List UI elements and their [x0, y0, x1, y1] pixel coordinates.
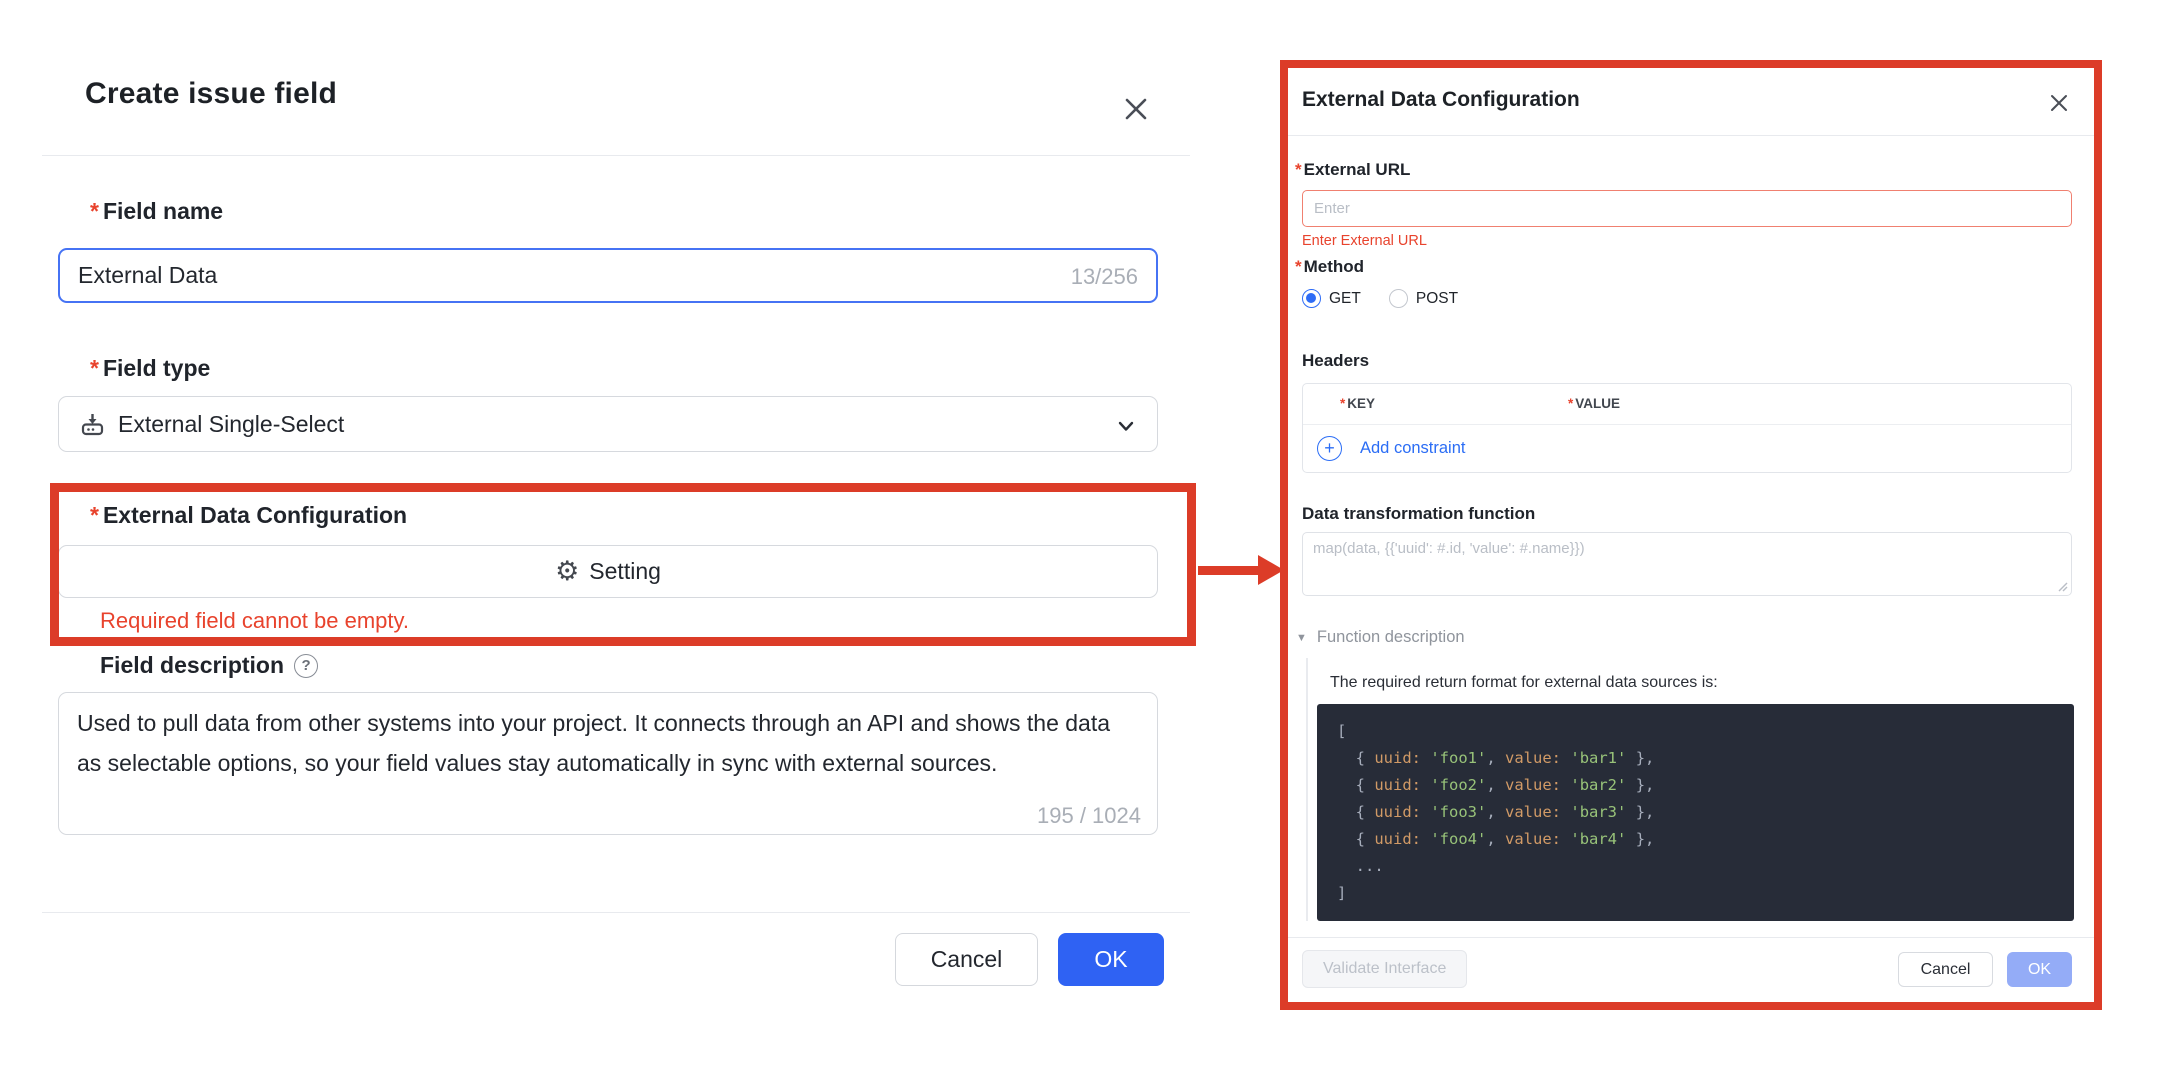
required-error-text: Required field cannot be empty. [100, 608, 409, 633]
char-counter: 195 / 1024 [1031, 803, 1141, 829]
external-url-label: * External URL [1295, 160, 1411, 179]
required-marker: * [1295, 257, 1302, 276]
required-marker: * [1340, 396, 1346, 411]
dialog-title: External Data Configuration [1302, 88, 1580, 111]
function-description-toggle[interactable]: ▼ Function description [1296, 628, 1465, 647]
external-url-input-wrap [1302, 190, 2072, 227]
plus-icon: + [1317, 436, 1342, 461]
close-icon[interactable] [1122, 95, 1150, 123]
column-header-value: * VALUE [1568, 396, 1621, 411]
required-marker: * [90, 502, 99, 528]
validate-interface-button[interactable]: Validate Interface [1302, 950, 1468, 988]
required-marker: * [1295, 160, 1302, 179]
add-constraint-label: Add constraint [1360, 439, 1466, 457]
cancel-button[interactable]: Cancel [895, 933, 1038, 986]
collapse-triangle-icon: ▼ [1296, 631, 1307, 644]
setting-button-content: ⚙ Setting [59, 546, 1157, 597]
setting-button-label: Setting [589, 558, 661, 584]
char-counter: 13/256 [1070, 264, 1138, 289]
method-label: * Method [1295, 257, 1365, 276]
function-description-label: Function description [1316, 628, 1465, 646]
transform-function-label: Data transformation function [1302, 504, 1536, 523]
column-header-key: * KEY [1340, 396, 1376, 411]
radio-selected-icon [1302, 289, 1321, 308]
external-data-config-dialog: External Data Configuration * External UR… [1288, 68, 2094, 1002]
resize-grip-icon[interactable] [2057, 581, 2068, 592]
method-radio-group: GET POST [1302, 289, 1458, 308]
external-data-config-label: * External Data Configuration [90, 502, 408, 528]
annotation-arrow [1198, 566, 1260, 575]
required-marker: * [90, 198, 99, 224]
ok-button[interactable]: OK [1058, 933, 1164, 986]
external-select-icon [79, 411, 106, 438]
footer-divider [42, 912, 1190, 913]
add-constraint-button[interactable]: + Add constraint [1317, 436, 1465, 461]
function-description-body: The required return format for external … [1306, 658, 2078, 921]
footer-divider [1288, 937, 2094, 938]
required-marker: * [1568, 396, 1574, 411]
setting-button[interactable]: ⚙ Setting [58, 545, 1158, 598]
field-name-input[interactable] [78, 250, 978, 301]
field-description-textarea[interactable]: Used to pull data from other systems int… [58, 692, 1158, 835]
radio-label: GET [1329, 289, 1361, 307]
help-icon[interactable]: ? [294, 653, 319, 678]
cancel-button[interactable]: Cancel [1898, 952, 1993, 987]
create-issue-field-dialog: Create issue field *Field name 13/256 *F… [42, 55, 1190, 1005]
headers-table-header-row [1303, 384, 2071, 424]
code-block: [ { uuid: 'foo1', value: 'bar1' }, { uui… [1317, 704, 2074, 921]
chevron-down-icon [1115, 415, 1137, 437]
headers-table: * KEY * VALUE + Add constraint [1302, 383, 2072, 473]
title-divider [1288, 135, 2094, 136]
required-marker: * [90, 355, 99, 381]
ok-button-disabled[interactable]: OK [2007, 952, 2072, 987]
transform-function-textarea[interactable] [1313, 540, 2058, 590]
field-name-label: * Field name [90, 198, 224, 224]
radio-label: POST [1415, 289, 1459, 307]
function-description-intro: The required return format for external … [1330, 674, 1718, 691]
field-description-value: Used to pull data from other systems int… [77, 710, 1111, 776]
headers-label: Headers [1302, 351, 1370, 370]
field-type-value: External Single-Select [118, 411, 345, 437]
radio-option-get[interactable]: GET [1302, 289, 1361, 308]
field-name-input-wrap: 13/256 [58, 248, 1158, 303]
external-url-error: Enter External URL [1302, 233, 1427, 249]
title-divider [42, 155, 1190, 156]
close-icon[interactable] [2048, 92, 2070, 114]
field-type-label: * Field type [90, 355, 211, 381]
annotation-arrow-head [1258, 555, 1284, 585]
field-type-select[interactable]: External Single-Select [58, 396, 1158, 452]
table-row-divider [1303, 424, 2071, 425]
field-description-label: Field description ? [100, 652, 319, 679]
gear-icon: ⚙ [555, 556, 580, 586]
field-type-value-row: External Single-Select [79, 411, 344, 438]
radio-option-post[interactable]: POST [1388, 289, 1459, 308]
transform-function-textarea-wrap [1302, 532, 2072, 596]
external-url-input[interactable] [1314, 191, 2054, 226]
dialog-title: Create issue field [85, 77, 338, 110]
radio-unselected-icon [1388, 289, 1408, 308]
screenshot-canvas: Create issue field *Field name 13/256 *F… [0, 0, 2178, 1082]
